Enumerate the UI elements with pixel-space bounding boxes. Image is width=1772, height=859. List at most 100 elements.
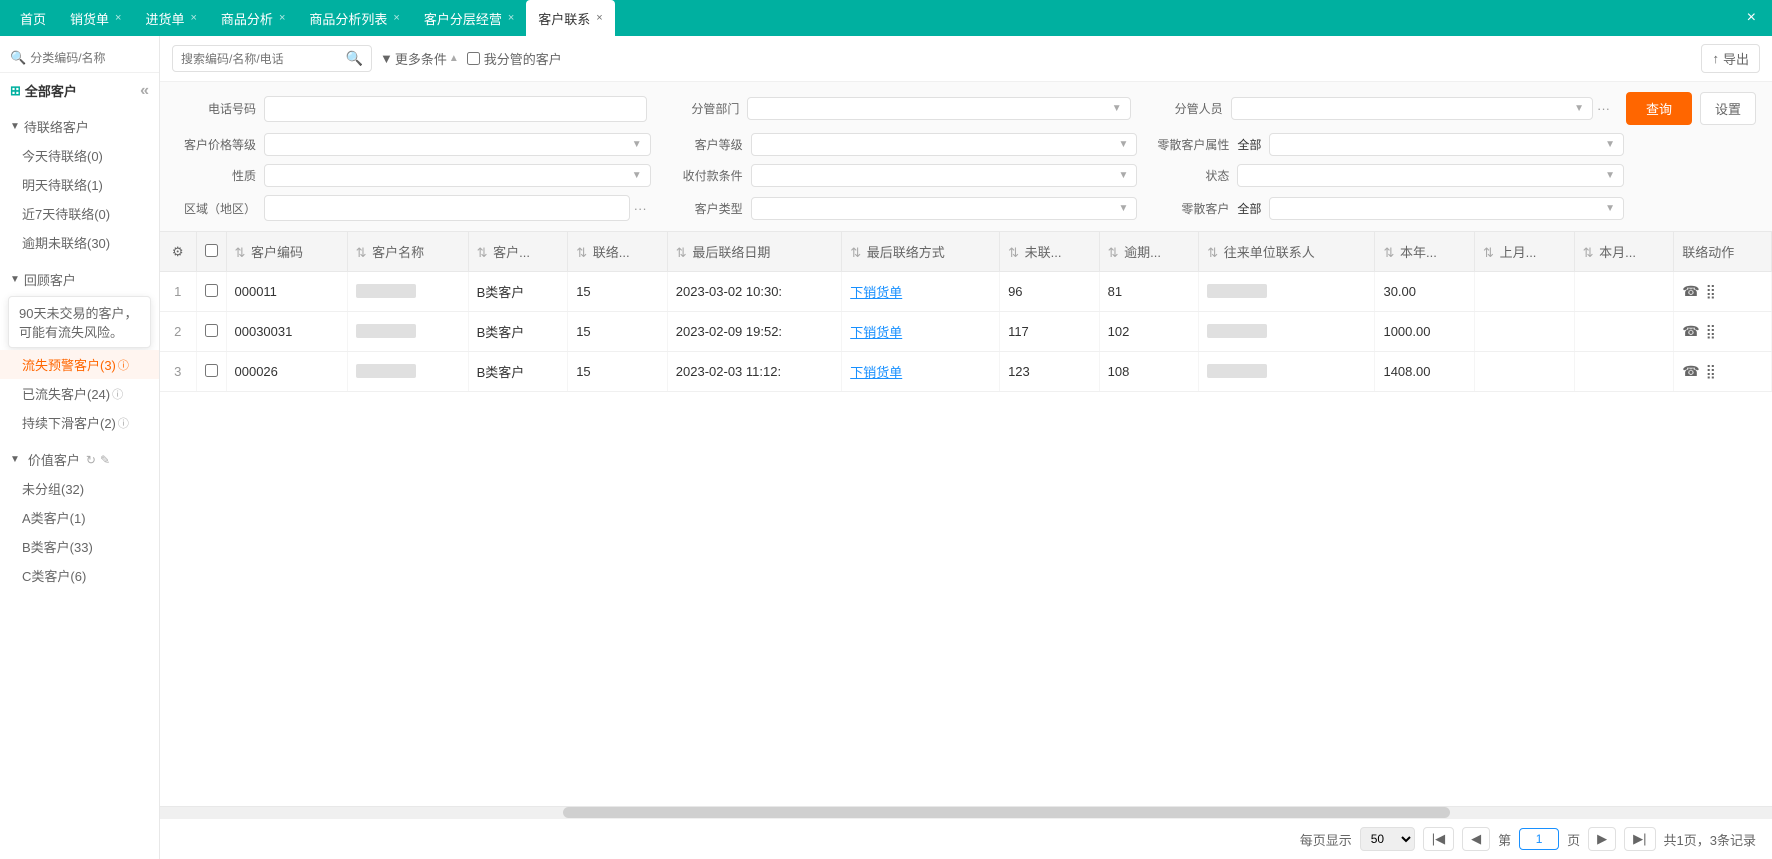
sidebar-item-churn-warning[interactable]: 流失预警客户(3) ⓘ xyxy=(0,350,159,379)
table-settings-icon[interactable]: ⚙ xyxy=(172,244,184,259)
search-input-wrap: 🔍 xyxy=(172,45,372,72)
cell-method-1[interactable]: 下销货单 xyxy=(842,312,1000,352)
cell-method-0[interactable]: 下销货单 xyxy=(842,272,1000,312)
tab-customer-contact[interactable]: 客户联系 × xyxy=(526,0,614,36)
last-page-btn[interactable]: ▶| xyxy=(1624,827,1655,851)
action-contact-icon-2[interactable]: ☎ xyxy=(1682,363,1699,380)
sort-icon-not-contacted[interactable]: ⇅ xyxy=(1008,245,1019,260)
th-settings[interactable]: ⚙ xyxy=(160,232,196,272)
tab-customer-segmentation[interactable]: 客户分层经营 × xyxy=(412,0,526,36)
main-search-icon[interactable]: 🔍 xyxy=(346,50,363,67)
contact-method-link-1[interactable]: 下销货单 xyxy=(850,325,902,340)
query-button[interactable]: 查询 xyxy=(1626,92,1692,125)
edit-icon[interactable]: ✎ xyxy=(100,453,110,467)
sidebar-item-tomorrow-contact[interactable]: 明天待联络(1) xyxy=(0,170,159,199)
close-tab-sales-order[interactable]: × xyxy=(115,12,121,24)
close-tab-product-analysis-list[interactable]: × xyxy=(393,12,399,24)
filter-customer-type: 客户类型 ▼ xyxy=(663,197,1138,220)
sidebar-group-review-title[interactable]: ▼ 回顾客户 xyxy=(0,265,159,294)
filter-nature-select[interactable]: ▼ xyxy=(264,164,651,187)
sidebar-search-input[interactable] xyxy=(30,51,149,65)
sidebar-item-overdue-contact[interactable]: 逾期未联络(30) xyxy=(0,228,159,257)
prev-page-btn[interactable]: ◀ xyxy=(1462,827,1490,851)
filter-status-select[interactable]: ▼ xyxy=(1237,164,1624,187)
action-more-icon-2[interactable]: ⣿ xyxy=(1706,363,1716,380)
sidebar-group-value-title[interactable]: ▼ 价值客户 ↻ ✎ xyxy=(0,445,159,474)
sidebar-item-class-b[interactable]: B类客户(33) xyxy=(0,532,159,561)
filter-phone-input[interactable] xyxy=(264,96,647,122)
select-all-checkbox[interactable] xyxy=(205,244,218,257)
close-tab-product-analysis[interactable]: × xyxy=(279,12,285,24)
sidebar-item-class-c[interactable]: C类客户(6) xyxy=(0,561,159,590)
cell-code-1: 00030031 xyxy=(226,312,347,352)
sort-icon-level[interactable]: ⇅ xyxy=(477,245,488,260)
contact-method-link-2[interactable]: 下销货单 xyxy=(850,365,902,380)
refresh-icon[interactable]: ↻ xyxy=(86,453,96,467)
th-name: ⇅ 客户名称 xyxy=(347,232,468,272)
settings-button[interactable]: 设置 xyxy=(1700,92,1756,125)
cell-checkbox-0[interactable] xyxy=(196,272,226,312)
action-more-icon-0[interactable]: ⣿ xyxy=(1706,283,1716,300)
my-customers-checkbox[interactable] xyxy=(467,52,480,65)
sort-icon-code[interactable]: ⇅ xyxy=(235,245,246,260)
tab-product-analysis[interactable]: 商品分析 × xyxy=(209,0,297,36)
main-search-input[interactable] xyxy=(181,52,346,66)
filter-price-level-select[interactable]: ▼ xyxy=(264,133,651,156)
sort-icon-this-month[interactable]: ⇅ xyxy=(1583,245,1594,260)
sort-icon-method[interactable]: ⇅ xyxy=(850,245,861,260)
action-contact-icon-0[interactable]: ☎ xyxy=(1682,283,1699,300)
first-page-btn[interactable]: |◀ xyxy=(1423,827,1454,851)
action-more-icon-1[interactable]: ⣿ xyxy=(1706,323,1716,340)
cell-method-2[interactable]: 下销货单 xyxy=(842,352,1000,392)
close-tab-customer-contact[interactable]: × xyxy=(596,12,602,24)
sort-icon-name[interactable]: ⇅ xyxy=(356,245,367,260)
filter-payment-select[interactable]: ▼ xyxy=(751,164,1138,187)
sidebar-item-unclassified[interactable]: 未分组(32) xyxy=(0,474,159,503)
filter-customer-type-select[interactable]: ▼ xyxy=(751,197,1138,220)
tab-home[interactable]: 首页 xyxy=(8,0,58,36)
cell-this-year-2: 1408.00 xyxy=(1375,352,1475,392)
arrow-icon-2: ▼ xyxy=(10,274,20,285)
close-tab-customer-segmentation[interactable]: × xyxy=(508,12,514,24)
sidebar-group-pending-title[interactable]: ▼ 待联络客户 xyxy=(0,112,159,141)
export-btn[interactable]: ↑ 导出 xyxy=(1701,44,1760,73)
sort-icon-overdue[interactable]: ⇅ xyxy=(1108,245,1119,260)
sort-icon-this-year[interactable]: ⇅ xyxy=(1383,245,1394,260)
sidebar-collapse-btn[interactable]: « xyxy=(140,82,149,100)
next-page-btn[interactable]: ▶ xyxy=(1588,827,1616,851)
action-contact-icon-1[interactable]: ☎ xyxy=(1682,323,1699,340)
sort-icon-person[interactable]: ⇅ xyxy=(1207,245,1218,260)
horizontal-scrollbar[interactable] xyxy=(160,806,1772,818)
sidebar-item-declining[interactable]: 持续下滑客户(2) ⓘ xyxy=(0,408,159,437)
sidebar-all-customers[interactable]: ⊞ 全部客户 « xyxy=(0,73,159,108)
cell-checkbox-1[interactable] xyxy=(196,312,226,352)
filter-credit-attr-select[interactable]: ▼ xyxy=(1269,133,1624,156)
sort-icon-contact[interactable]: ⇅ xyxy=(576,245,587,260)
filter-more-person-btn[interactable]: ··· xyxy=(1593,101,1614,116)
sort-icon-last-month[interactable]: ⇅ xyxy=(1483,245,1494,260)
sort-icon-date[interactable]: ⇅ xyxy=(676,245,687,260)
cell-checkbox-2[interactable] xyxy=(196,352,226,392)
filter-dept-select[interactable]: ▼ xyxy=(747,97,1130,120)
filter-customer-level-select[interactable]: ▼ xyxy=(751,133,1138,156)
filter-region-input[interactable] xyxy=(264,195,630,221)
sidebar-item-class-a[interactable]: A类客户(1) xyxy=(0,503,159,532)
tab-purchase-order[interactable]: 进货单 × xyxy=(133,0,208,36)
sidebar-item-7days-contact[interactable]: 近7天待联络(0) xyxy=(0,199,159,228)
cell-index-1: 2 xyxy=(160,312,196,352)
per-page-select[interactable]: 50 10 20 100 xyxy=(1360,827,1415,851)
tab-product-analysis-list[interactable]: 商品分析列表 × xyxy=(297,0,411,36)
filter-person-select[interactable]: ▼ xyxy=(1231,97,1593,120)
sidebar-item-today-contact[interactable]: 今天待联络(0) xyxy=(0,141,159,170)
close-tab-purchase-order[interactable]: × xyxy=(190,12,196,24)
sidebar-item-already-churned[interactable]: 已流失客户(24) ⓘ xyxy=(0,379,159,408)
filter-retail-select[interactable]: ▼ xyxy=(1269,197,1624,220)
tab-sales-order[interactable]: 销货单 × xyxy=(58,0,133,36)
close-all-tabs[interactable]: × xyxy=(1739,9,1764,27)
page-input[interactable] xyxy=(1519,828,1559,850)
contact-method-link-0[interactable]: 下销货单 xyxy=(850,285,902,300)
scroll-thumb[interactable] xyxy=(563,807,1450,818)
th-checkbox[interactable] xyxy=(196,232,226,272)
filter-more-region-btn[interactable]: ··· xyxy=(630,201,651,216)
more-conditions-btn[interactable]: ▼ 更多条件 ▲ xyxy=(380,49,459,68)
